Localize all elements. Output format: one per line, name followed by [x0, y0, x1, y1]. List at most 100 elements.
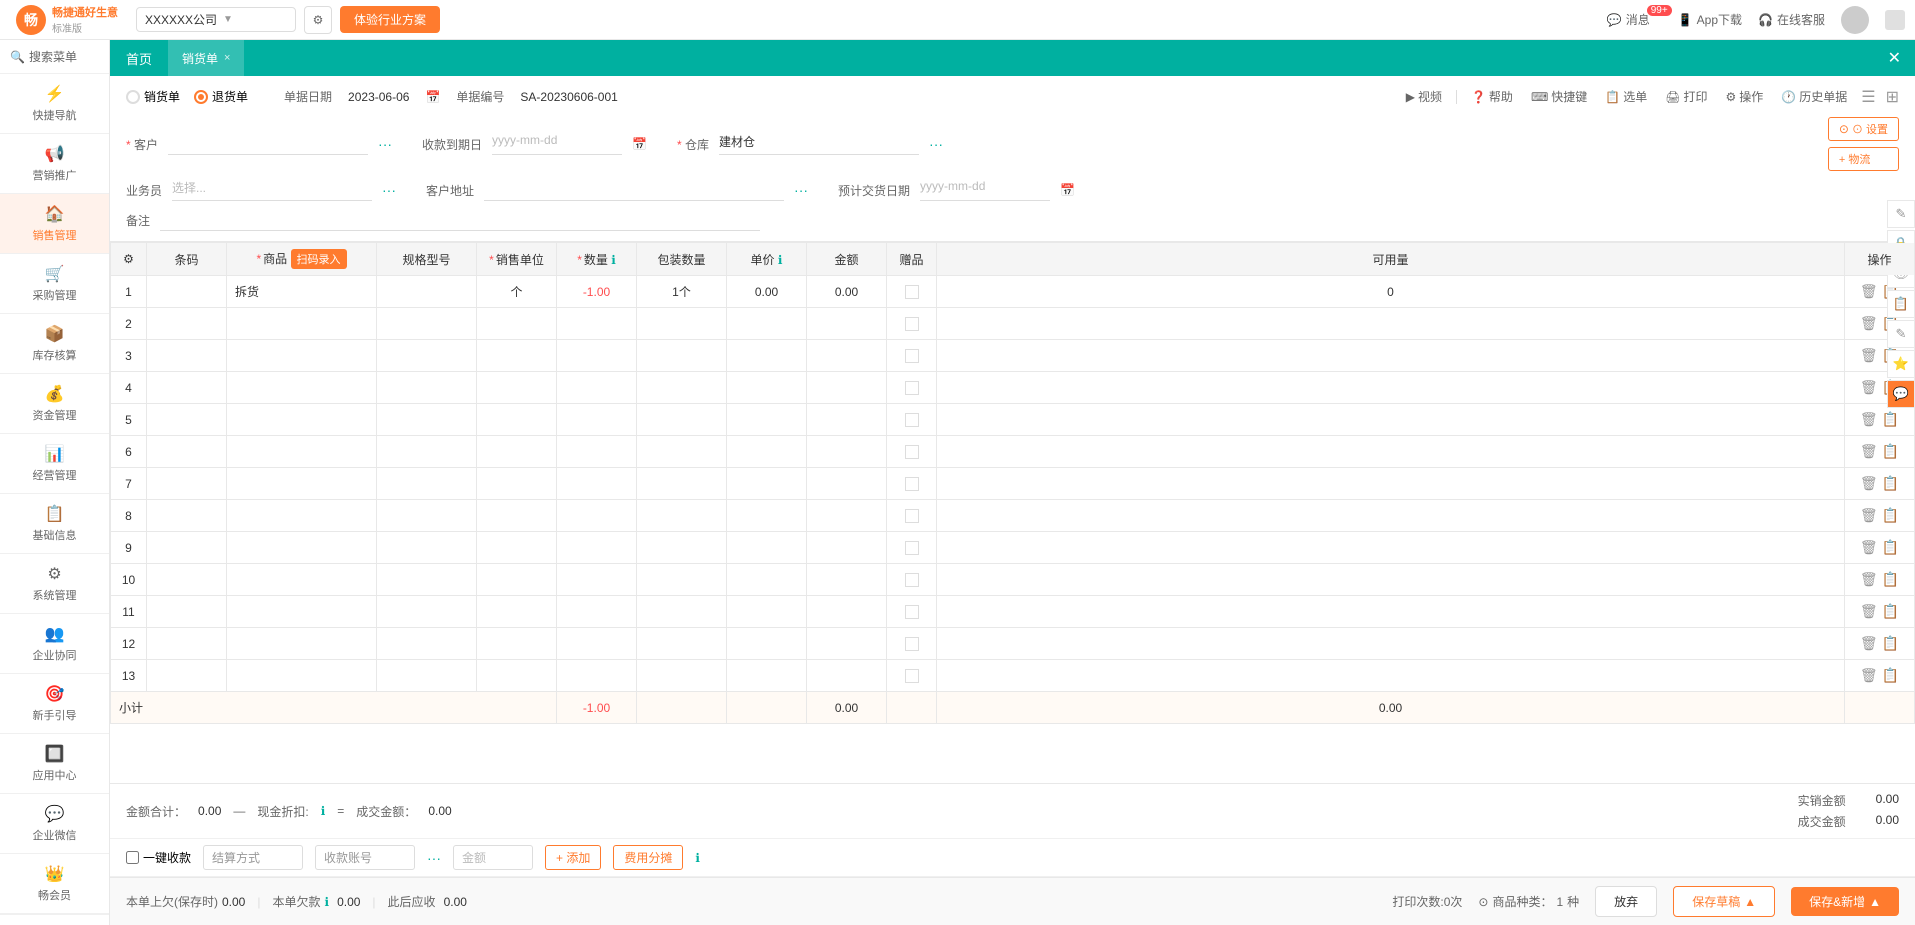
row-qty[interactable]	[557, 500, 637, 532]
row-barcode[interactable]	[147, 308, 227, 340]
row-unit[interactable]	[477, 372, 557, 404]
company-selector[interactable]: XXXXXX公司 ▼	[136, 7, 296, 32]
row-pkg-qty[interactable]	[637, 340, 727, 372]
row-qty[interactable]: -1.00	[557, 276, 637, 308]
avatar[interactable]	[1841, 6, 1869, 34]
print-button[interactable]: 🖨 打印	[1661, 86, 1711, 107]
trial-button[interactable]: 体验行业方案	[340, 6, 440, 33]
row-pkg-qty[interactable]: 1个	[637, 276, 727, 308]
sidebar-item-4[interactable]: 📦 库存核算	[0, 314, 109, 374]
row-pkg-qty[interactable]	[637, 596, 727, 628]
row-product[interactable]	[227, 340, 377, 372]
row-amount[interactable]	[807, 308, 887, 340]
product-kinds-icon[interactable]: ⊙	[1478, 895, 1488, 909]
row-qty[interactable]	[557, 564, 637, 596]
row-price[interactable]	[727, 308, 807, 340]
row-amount[interactable]	[807, 660, 887, 692]
gift-checkbox[interactable]	[905, 509, 919, 523]
sidebar-item-13[interactable]: 👑 畅会员	[0, 854, 109, 914]
add-payment-button[interactable]: + 添加	[545, 845, 601, 870]
row-pkg-qty[interactable]	[637, 628, 727, 660]
row-price[interactable]	[727, 532, 807, 564]
tab-sales-order[interactable]: 销货单 ×	[168, 40, 244, 76]
row-barcode[interactable]	[147, 628, 227, 660]
row-amount[interactable]: 0.00	[807, 276, 887, 308]
row-price[interactable]	[727, 372, 807, 404]
copy-icon[interactable]: 📋	[1882, 507, 1899, 524]
row-spec[interactable]	[377, 372, 477, 404]
user-menu-button[interactable]	[1885, 10, 1905, 30]
row-product[interactable]	[227, 468, 377, 500]
row-unit[interactable]	[477, 468, 557, 500]
sidebar-item-10[interactable]: 🎯 新手引导	[0, 674, 109, 734]
delete-icon[interactable]: 🗑	[1860, 411, 1878, 428]
row-gift[interactable]	[887, 564, 937, 596]
row-gift[interactable]	[887, 276, 937, 308]
row-unit[interactable]	[477, 564, 557, 596]
customer-address-input[interactable]	[484, 179, 784, 201]
message-button[interactable]: 💬 消息 99+	[1607, 11, 1662, 28]
row-qty[interactable]	[557, 436, 637, 468]
row-spec[interactable]	[377, 340, 477, 372]
row-product[interactable]	[227, 436, 377, 468]
row-barcode[interactable]	[147, 340, 227, 372]
row-product[interactable]	[227, 404, 377, 436]
row-amount[interactable]	[807, 340, 887, 372]
discard-button[interactable]: 放弃	[1595, 886, 1657, 917]
gift-checkbox[interactable]	[905, 381, 919, 395]
row-price[interactable]	[727, 596, 807, 628]
row-product[interactable]	[227, 596, 377, 628]
gift-checkbox[interactable]	[905, 477, 919, 491]
row-qty[interactable]	[557, 372, 637, 404]
row-price[interactable]	[727, 436, 807, 468]
row-barcode[interactable]	[147, 596, 227, 628]
row-unit[interactable]	[477, 500, 557, 532]
gift-checkbox[interactable]	[905, 285, 919, 299]
radio-sales-order[interactable]: 销货单	[126, 88, 180, 105]
row-gift[interactable]	[887, 500, 937, 532]
row-barcode[interactable]	[147, 500, 227, 532]
discount-info-icon[interactable]: ℹ	[321, 804, 326, 818]
float-btn-6[interactable]: ⭐	[1887, 350, 1915, 378]
sidebar-item-6[interactable]: 📊 经营管理	[0, 434, 109, 494]
row-unit[interactable]	[477, 660, 557, 692]
row-unit[interactable]: 个	[477, 276, 557, 308]
one-click-payment[interactable]: 一键收款	[126, 849, 191, 866]
row-gift[interactable]	[887, 340, 937, 372]
row-price[interactable]: 0.00	[727, 276, 807, 308]
float-btn-4[interactable]: 📋	[1887, 290, 1915, 318]
total-owed-info-icon[interactable]: ℹ	[325, 895, 330, 909]
date-calendar-icon[interactable]: 📅	[425, 90, 440, 104]
gift-checkbox[interactable]	[905, 541, 919, 555]
row-price[interactable]	[727, 404, 807, 436]
delete-icon[interactable]: 🗑	[1860, 475, 1878, 492]
draft-button[interactable]: 保存草稿 ▲	[1673, 886, 1775, 917]
sidebar-item-8[interactable]: ⚙ 系统管理	[0, 554, 109, 614]
payment-due-input[interactable]: yyyy-mm-dd	[492, 133, 622, 155]
row-qty[interactable]	[557, 308, 637, 340]
tab-bar-close-button[interactable]: ✕	[1874, 48, 1915, 68]
delete-icon[interactable]: 🗑	[1860, 539, 1878, 556]
select-button[interactable]: 📋 选单	[1601, 86, 1651, 107]
settings-gear-button[interactable]: ⚙	[304, 6, 332, 34]
sidebar-item-5[interactable]: 💰 资金管理	[0, 374, 109, 434]
operations-button[interactable]: ⚙ 操作	[1722, 86, 1768, 107]
row-product[interactable]	[227, 308, 377, 340]
row-gift[interactable]	[887, 436, 937, 468]
sidebar-item-1[interactable]: 📢 营销推广	[0, 134, 109, 194]
row-unit[interactable]	[477, 532, 557, 564]
view-toggle-grid[interactable]: ⊞	[1886, 87, 1899, 107]
row-amount[interactable]	[807, 628, 887, 660]
row-amount[interactable]	[807, 436, 887, 468]
delete-icon[interactable]: 🗑	[1860, 283, 1878, 300]
gift-checkbox[interactable]	[905, 445, 919, 459]
gift-checkbox[interactable]	[905, 317, 919, 331]
fee-allocation-button[interactable]: 费用分摊	[613, 845, 683, 870]
customer-ellipsis[interactable]: ···	[378, 136, 392, 152]
delete-icon[interactable]: 🗑	[1860, 667, 1878, 684]
row-pkg-qty[interactable]	[637, 372, 727, 404]
row-spec[interactable]	[377, 404, 477, 436]
delete-icon[interactable]: 🗑	[1860, 507, 1878, 524]
row-gift[interactable]	[887, 628, 937, 660]
radio-return-order[interactable]: 退货单	[194, 88, 248, 105]
